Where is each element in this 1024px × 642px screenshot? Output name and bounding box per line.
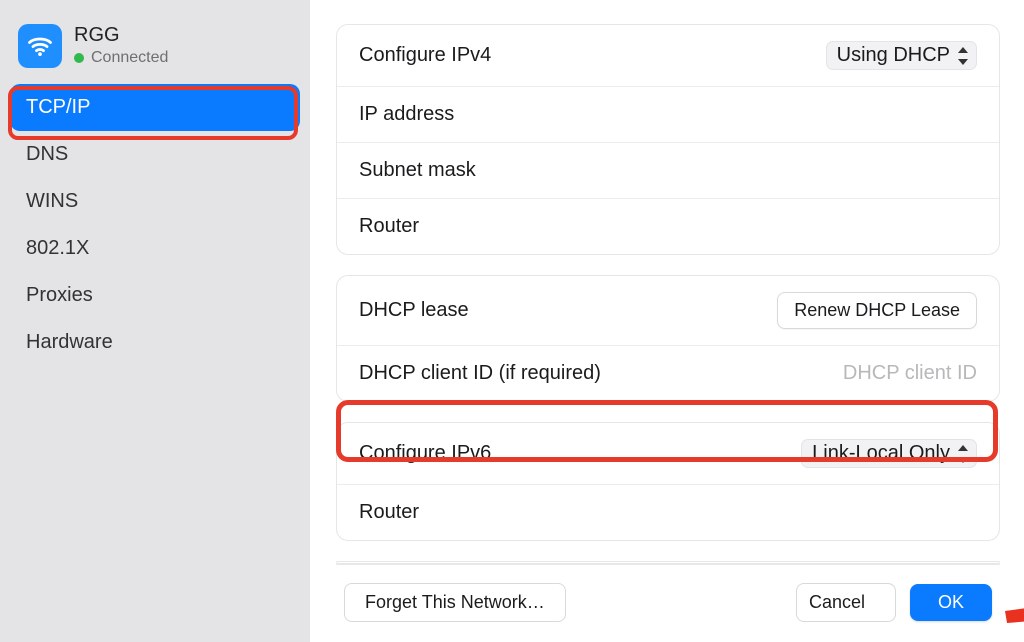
- renew-dhcp-lease-button[interactable]: Renew DHCP Lease: [777, 292, 977, 329]
- sidebar-item-label: 802.1X: [26, 237, 89, 259]
- subnet-mask-row: Subnet mask: [337, 143, 999, 199]
- configure-ipv4-row: Configure IPv4 Using DHCP: [337, 25, 999, 87]
- sidebar-item-label: WINS: [26, 190, 78, 212]
- configure-ipv6-select[interactable]: Link-Local Only: [801, 439, 977, 468]
- network-header: RGG Connected: [10, 20, 300, 84]
- chevron-updown-icon: [956, 445, 970, 463]
- ok-button[interactable]: OK: [910, 584, 992, 621]
- cancel-button-label: Cancel: [809, 592, 865, 613]
- router-ipv4-label: Router: [359, 215, 419, 238]
- configure-ipv6-value: Link-Local Only: [812, 442, 950, 465]
- router-ipv6-label: Router: [359, 501, 419, 524]
- configure-ipv6-row: Configure IPv6 Link-Local Only: [337, 423, 999, 485]
- forget-network-button[interactable]: Forget This Network…: [344, 583, 566, 622]
- sidebar-item-dns[interactable]: DNS: [10, 131, 300, 178]
- cancel-button[interactable]: XX Cancel: [796, 583, 896, 622]
- status-dot-icon: [74, 53, 84, 63]
- wifi-icon: [18, 24, 62, 68]
- chevron-updown-icon: [956, 47, 970, 65]
- annotation-arrow-icon: [1005, 573, 1024, 628]
- sidebar-item-label: Proxies: [26, 284, 93, 306]
- sidebar-item-label: TCP/IP: [26, 96, 90, 118]
- configure-ipv4-label: Configure IPv4: [359, 44, 491, 67]
- router-ipv4-row: Router: [337, 199, 999, 254]
- sidebar-item-label: DNS: [26, 143, 68, 165]
- sidebar-item-label: Hardware: [26, 331, 113, 353]
- subnet-mask-label: Subnet mask: [359, 159, 476, 182]
- dhcp-lease-label: DHCP lease: [359, 299, 469, 322]
- sidebar-item-wins[interactable]: WINS: [10, 178, 300, 225]
- dhcp-panel: DHCP lease Renew DHCP Lease DHCP client …: [336, 275, 1000, 402]
- network-status-label: Connected: [91, 49, 168, 67]
- dhcp-client-id-row: DHCP client ID (if required) DHCP client…: [337, 346, 999, 401]
- dhcp-client-id-label: DHCP client ID (if required): [359, 362, 601, 385]
- network-status-row: Connected: [74, 49, 168, 67]
- dhcp-lease-row: DHCP lease Renew DHCP Lease: [337, 276, 999, 346]
- ipv6-panel: Configure IPv6 Link-Local Only Router: [336, 422, 1000, 541]
- ipv4-panel: Configure IPv4 Using DHCP IP address Sub…: [336, 24, 1000, 255]
- configure-ipv6-label: Configure IPv6: [359, 442, 491, 465]
- footer-bar: Forget This Network… XX Cancel OK: [336, 564, 1000, 642]
- network-name: RGG: [74, 24, 168, 47]
- configure-ipv4-select[interactable]: Using DHCP: [826, 41, 977, 70]
- sidebar-item-tcpip[interactable]: TCP/IP: [10, 84, 300, 131]
- sidebar-item-8021x[interactable]: 802.1X: [10, 225, 300, 272]
- ip-address-row: IP address: [337, 87, 999, 143]
- main-content: Configure IPv4 Using DHCP IP address Sub…: [310, 0, 1024, 642]
- sidebar: RGG Connected TCP/IP DNS WINS 802.1X Pro…: [0, 0, 310, 642]
- sidebar-item-proxies[interactable]: Proxies: [10, 272, 300, 319]
- network-settings-window: RGG Connected TCP/IP DNS WINS 802.1X Pro…: [0, 0, 1024, 642]
- configure-ipv4-value: Using DHCP: [837, 44, 950, 67]
- ip-address-label: IP address: [359, 103, 454, 126]
- dhcp-client-id-input[interactable]: DHCP client ID: [843, 362, 977, 385]
- router-ipv6-row: Router: [337, 485, 999, 540]
- sidebar-item-hardware[interactable]: Hardware: [10, 319, 300, 366]
